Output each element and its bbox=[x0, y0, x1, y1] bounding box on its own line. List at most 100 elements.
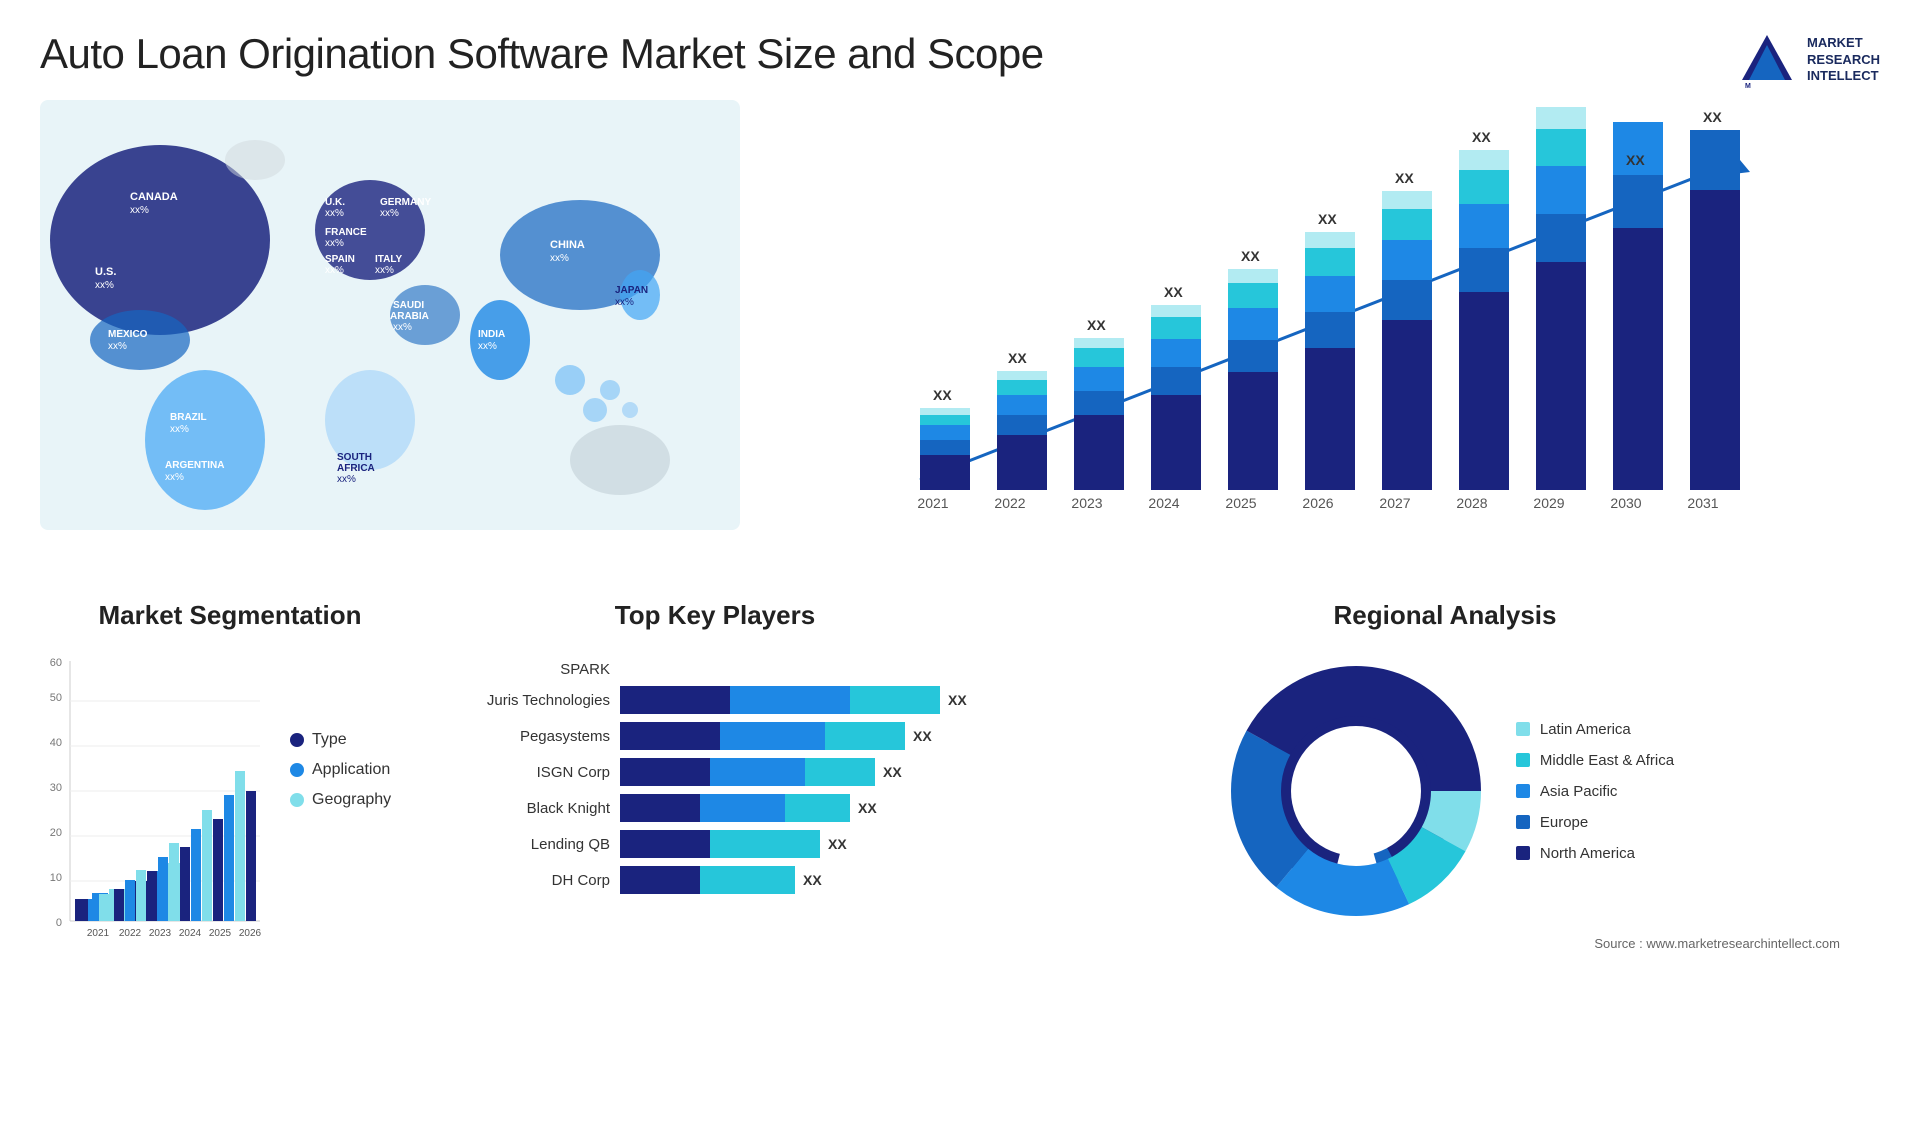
svg-text:2021: 2021 bbox=[917, 495, 948, 511]
reg-legend-apac: Asia Pacific bbox=[1516, 783, 1674, 800]
player-bar-container-juris: XX bbox=[620, 686, 990, 714]
svg-text:XX: XX bbox=[933, 387, 952, 403]
svg-text:0: 0 bbox=[56, 917, 62, 929]
svg-text:CHINA: CHINA bbox=[550, 239, 585, 251]
reg-legend-northam: North America bbox=[1516, 845, 1674, 862]
svg-text:XX: XX bbox=[1395, 170, 1414, 186]
svg-text:50: 50 bbox=[50, 692, 62, 704]
legend-label-geography: Geography bbox=[312, 791, 391, 809]
svg-text:2028: 2028 bbox=[1456, 495, 1487, 511]
player-label-blackknight: XX bbox=[858, 800, 877, 816]
svg-text:INDIA: INDIA bbox=[478, 329, 505, 340]
reg-dot-mea bbox=[1516, 753, 1530, 767]
segmentation-title: Market Segmentation bbox=[40, 600, 420, 631]
svg-text:2023: 2023 bbox=[149, 928, 172, 939]
player-name-dhcorp: DH Corp bbox=[440, 872, 610, 889]
svg-text:xx%: xx% bbox=[325, 238, 344, 249]
legend-item-application: Application bbox=[290, 761, 391, 779]
svg-text:10: 10 bbox=[50, 872, 62, 884]
svg-text:2029: 2029 bbox=[1533, 495, 1564, 511]
reg-dot-apac bbox=[1516, 784, 1530, 798]
legend-label-type: Type bbox=[312, 731, 347, 749]
svg-text:XX: XX bbox=[1164, 284, 1183, 300]
legend-dot-type bbox=[290, 733, 304, 747]
segmentation-section: Market Segmentation 0 10 20 30 40 50 60 bbox=[40, 600, 420, 1100]
reg-label-apac: Asia Pacific bbox=[1540, 783, 1618, 800]
players-list: SPARK Juris Technologies XX Pegasystems bbox=[440, 651, 990, 894]
bottom-section: Market Segmentation 0 10 20 30 40 50 60 bbox=[0, 580, 1920, 1110]
player-bar-container-lendingqb: XX bbox=[620, 830, 990, 858]
legend-dot-geography bbox=[290, 793, 304, 807]
logo-icon: M bbox=[1737, 30, 1797, 90]
svg-text:xx%: xx% bbox=[615, 297, 634, 308]
svg-text:xx%: xx% bbox=[95, 280, 114, 291]
reg-legend-latin: Latin America bbox=[1516, 721, 1674, 738]
svg-text:SAUDI: SAUDI bbox=[393, 300, 424, 311]
reg-label-mea: Middle East & Africa bbox=[1540, 752, 1674, 769]
player-bar-container-isgn: XX bbox=[620, 758, 990, 786]
svg-text:2022: 2022 bbox=[994, 495, 1025, 511]
reg-label-northam: North America bbox=[1540, 845, 1635, 862]
svg-text:U.S.: U.S. bbox=[95, 266, 116, 278]
player-row-pega: Pegasystems XX bbox=[440, 722, 990, 750]
player-bar-container-dhcorp: XX bbox=[620, 866, 990, 894]
regional-content: Latin America Middle East & Africa Asia … bbox=[1010, 651, 1880, 931]
bar-chart-container: XX XX XX XX bbox=[740, 100, 1880, 580]
svg-text:40: 40 bbox=[50, 737, 62, 749]
player-row-dhcorp: DH Corp XX bbox=[440, 866, 990, 894]
svg-text:2025: 2025 bbox=[1225, 495, 1256, 511]
player-name-spark: SPARK bbox=[440, 661, 610, 678]
reg-dot-europe bbox=[1516, 815, 1530, 829]
regional-section: Regional Analysis bbox=[1010, 600, 1880, 1100]
svg-text:JAPAN: JAPAN bbox=[615, 285, 648, 296]
svg-text:XX: XX bbox=[1087, 317, 1106, 333]
player-label-dhcorp: XX bbox=[803, 872, 822, 888]
svg-text:xx%: xx% bbox=[325, 208, 344, 219]
reg-dot-latin bbox=[1516, 722, 1530, 736]
svg-text:2026: 2026 bbox=[1302, 495, 1333, 511]
player-name-blackknight: Black Knight bbox=[440, 800, 610, 817]
reg-label-latin: Latin America bbox=[1540, 721, 1631, 738]
svg-text:2030: 2030 bbox=[1610, 495, 1641, 511]
svg-text:XX: XX bbox=[1008, 350, 1027, 366]
svg-text:xx%: xx% bbox=[108, 341, 127, 352]
world-map: CANADA xx% U.S. xx% MEXICO xx% BRAZIL xx… bbox=[40, 100, 740, 530]
reg-legend-mea: Middle East & Africa bbox=[1516, 752, 1674, 769]
header: Auto Loan Origination Software Market Si… bbox=[0, 0, 1920, 100]
svg-text:xx%: xx% bbox=[478, 341, 497, 352]
svg-text:MEXICO: MEXICO bbox=[108, 329, 148, 340]
regional-title: Regional Analysis bbox=[1010, 600, 1880, 631]
legend-dot-application bbox=[290, 763, 304, 777]
svg-text:30: 30 bbox=[50, 782, 62, 794]
segmentation-chart: 0 10 20 30 40 50 60 bbox=[40, 651, 270, 971]
svg-text:XX: XX bbox=[1241, 248, 1260, 264]
svg-text:xx%: xx% bbox=[550, 253, 569, 264]
svg-text:2025: 2025 bbox=[209, 928, 232, 939]
player-name-isgn: ISGN Corp bbox=[440, 764, 610, 781]
svg-text:2024: 2024 bbox=[1148, 495, 1179, 511]
regional-legend: Latin America Middle East & Africa Asia … bbox=[1516, 721, 1674, 862]
svg-text:XX: XX bbox=[1626, 152, 1645, 168]
svg-text:2026: 2026 bbox=[239, 928, 262, 939]
player-row-spark: SPARK bbox=[440, 661, 990, 678]
player-label-pega: XX bbox=[913, 728, 932, 744]
svg-text:SPAIN: SPAIN bbox=[325, 254, 355, 265]
player-label-lendingqb: XX bbox=[828, 836, 847, 852]
svg-text:2027: 2027 bbox=[1379, 495, 1410, 511]
svg-text:XX: XX bbox=[1703, 109, 1722, 125]
logo: M MARKET RESEARCH INTELLECT bbox=[1737, 30, 1880, 90]
svg-text:xx%: xx% bbox=[337, 474, 356, 485]
legend-label-application: Application bbox=[312, 761, 390, 779]
svg-text:ITALY: ITALY bbox=[375, 254, 403, 265]
player-name-juris: Juris Technologies bbox=[440, 692, 610, 709]
seg-chart-container: 0 10 20 30 40 50 60 bbox=[40, 651, 420, 971]
svg-text:ARGENTINA: ARGENTINA bbox=[165, 460, 224, 471]
player-row-lendingqb: Lending QB XX bbox=[440, 830, 990, 858]
reg-label-europe: Europe bbox=[1540, 814, 1588, 831]
key-players-title: Top Key Players bbox=[440, 600, 990, 631]
svg-text:2024: 2024 bbox=[179, 928, 202, 939]
svg-text:FRANCE: FRANCE bbox=[325, 227, 367, 238]
key-players-section: Top Key Players SPARK Juris Technologies… bbox=[440, 600, 990, 1100]
svg-text:60: 60 bbox=[50, 657, 62, 669]
player-label-isgn: XX bbox=[883, 764, 902, 780]
